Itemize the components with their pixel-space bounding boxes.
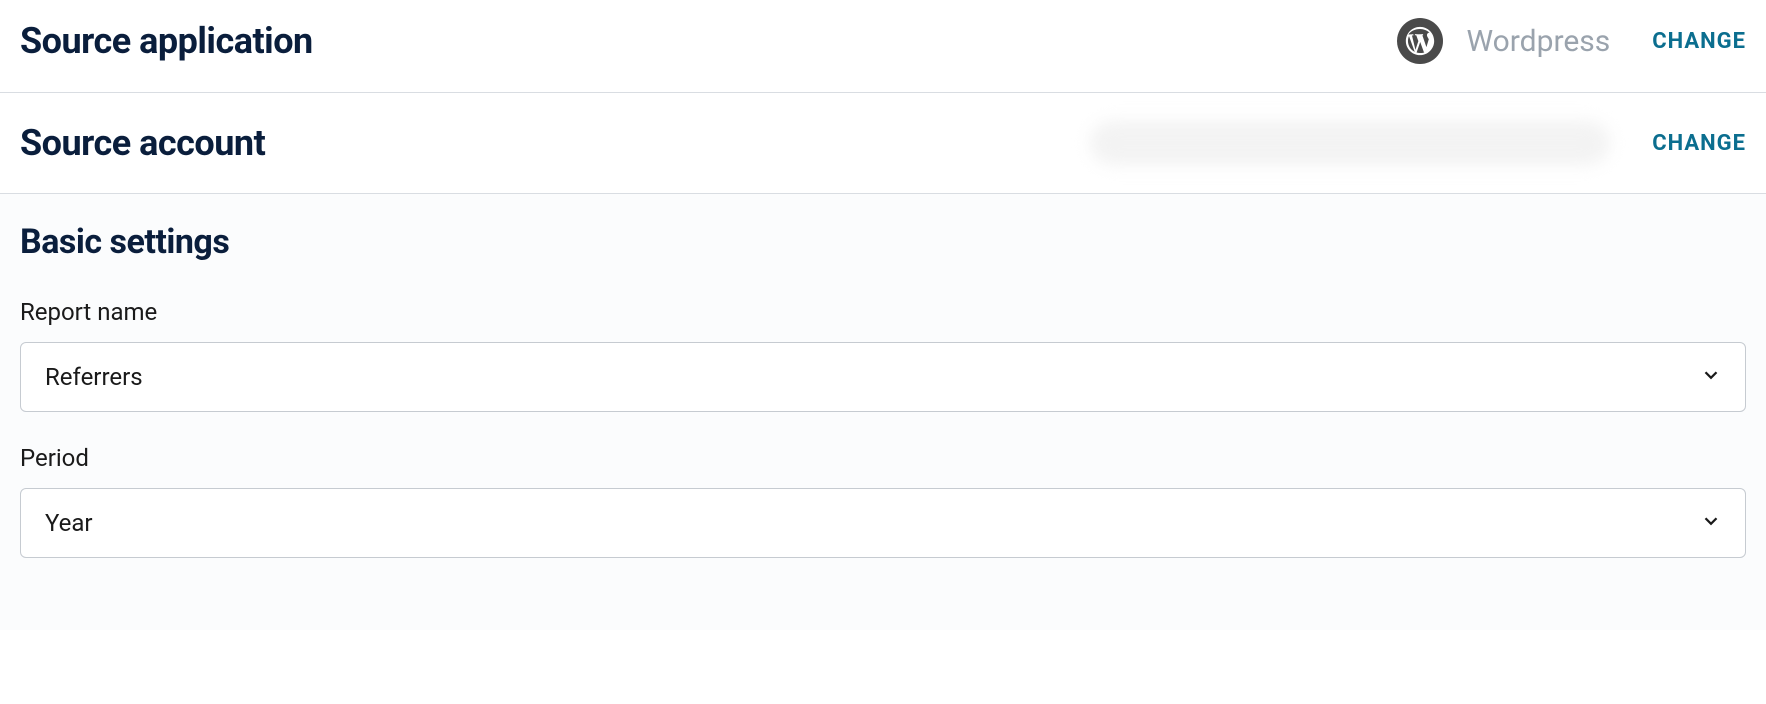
report-name-field-group: Report name Referrers bbox=[20, 298, 1746, 412]
report-name-select-wrap: Referrers bbox=[20, 342, 1746, 412]
source-account-value-redacted bbox=[1090, 121, 1610, 165]
source-account-title: Source account bbox=[20, 122, 265, 164]
change-application-link[interactable]: CHANGE bbox=[1634, 29, 1746, 54]
report-name-label: Report name bbox=[20, 298, 1746, 326]
wordpress-icon bbox=[1397, 18, 1443, 64]
source-application-right: Wordpress CHANGE bbox=[1397, 18, 1746, 64]
change-account-link[interactable]: CHANGE bbox=[1634, 131, 1746, 156]
period-value: Year bbox=[45, 509, 93, 537]
source-account-row: Source account CHANGE bbox=[0, 93, 1766, 194]
period-label: Period bbox=[20, 444, 1746, 472]
source-application-row: Source application Wordpress CHANGE bbox=[0, 0, 1766, 93]
source-application-title: Source application bbox=[20, 20, 313, 62]
source-application-name: Wordpress bbox=[1467, 24, 1611, 59]
report-name-select[interactable]: Referrers bbox=[20, 342, 1746, 412]
basic-settings-title: Basic settings bbox=[20, 222, 1746, 262]
basic-settings-section: Basic settings Report name Referrers Per… bbox=[0, 194, 1766, 630]
period-field-group: Period Year bbox=[20, 444, 1746, 558]
report-name-value: Referrers bbox=[45, 363, 143, 391]
source-account-right: CHANGE bbox=[1090, 121, 1746, 165]
period-select[interactable]: Year bbox=[20, 488, 1746, 558]
period-select-wrap: Year bbox=[20, 488, 1746, 558]
